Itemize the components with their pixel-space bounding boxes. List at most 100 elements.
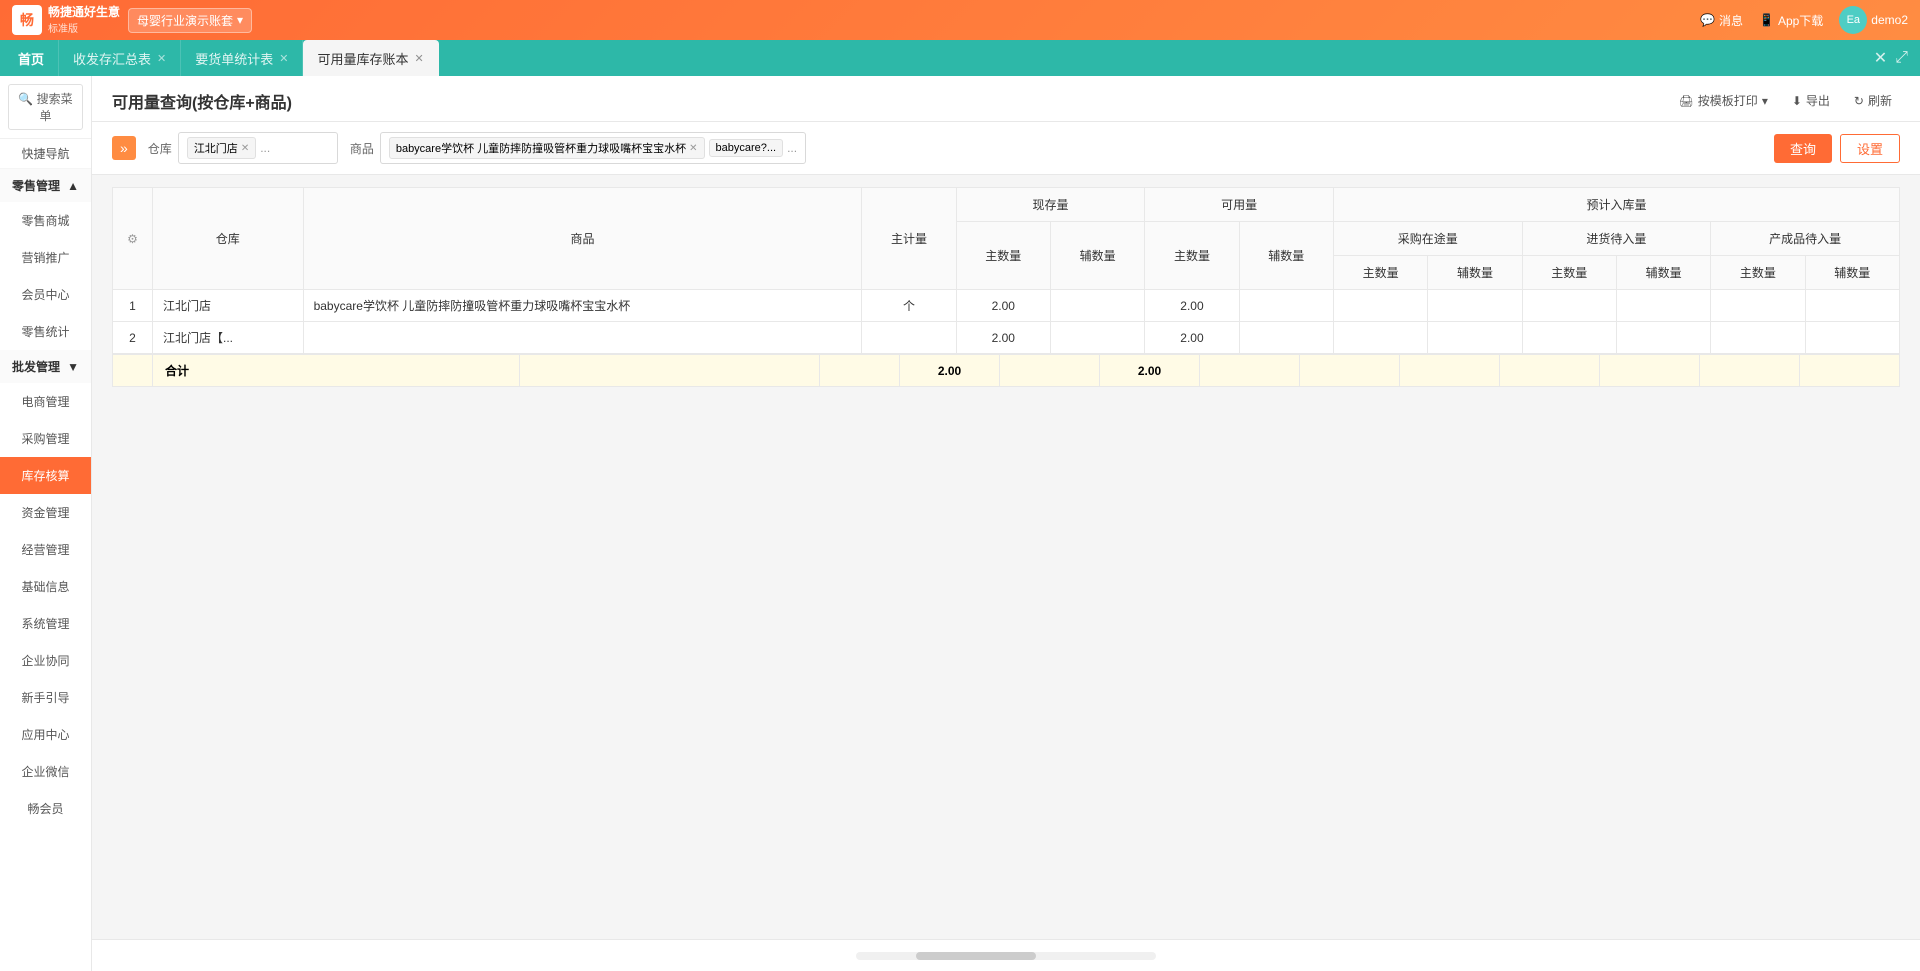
- cell-inbound-main: [1522, 290, 1616, 322]
- warehouse-filter-label: 仓库: [148, 140, 172, 157]
- chevron-down-icon: ▾: [1762, 94, 1768, 108]
- sidebar-item-basic-info[interactable]: 基础信息: [0, 568, 91, 605]
- tab-order-stats[interactable]: 要货单统计表 ✕: [181, 40, 303, 76]
- col-settings: ⚙: [113, 188, 153, 290]
- sidebar-item-finance-mgmt[interactable]: 资金管理: [0, 494, 91, 531]
- maximize-button[interactable]: ⤢: [1895, 49, 1908, 67]
- cell-warehouse: 江北门店: [153, 290, 304, 322]
- cell-stock-main: 2.00: [956, 290, 1050, 322]
- refresh-icon: ↻: [1854, 94, 1864, 108]
- close-tab-available-stock[interactable]: ✕: [415, 52, 424, 65]
- more-products[interactable]: ...: [787, 141, 797, 155]
- data-table: ⚙ 仓库 商品 主计量 现存量: [112, 187, 1900, 354]
- sidebar-item-operations-mgmt[interactable]: 经营管理: [0, 531, 91, 568]
- message-button[interactable]: 💬 消息: [1700, 12, 1743, 29]
- col-production-aux-header: 辅数量: [1805, 256, 1899, 290]
- col-unit-header: 主计量: [862, 188, 956, 290]
- avatar: Ea: [1839, 6, 1867, 34]
- content-area: 可用量查询(按仓库+商品) 🖨 按模板打印 ▾ ⬇ 导出 ↻ 刷新 »: [92, 76, 1920, 971]
- page-actions: 🖨 按模板打印 ▾ ⬇ 导出 ↻ 刷新: [1671, 88, 1900, 113]
- col-purchase-header: 采购在途量: [1333, 222, 1522, 256]
- settings-button[interactable]: 设置: [1840, 134, 1900, 163]
- app-download-button[interactable]: 📱 App下载: [1759, 12, 1823, 29]
- sidebar-item-system-mgmt[interactable]: 系统管理: [0, 605, 91, 642]
- tab-home[interactable]: 首页: [4, 40, 59, 76]
- sidebar-item-retail-mall[interactable]: 零售商城: [0, 202, 91, 239]
- sidebar-item-retail-stats[interactable]: 零售统计: [0, 313, 91, 350]
- gear-icon[interactable]: ⚙: [127, 232, 138, 246]
- bottom-bar: [92, 939, 1920, 971]
- sidebar-item-app-center[interactable]: 应用中心: [0, 716, 91, 753]
- sidebar-item-enterprise-wechat[interactable]: 企业微信: [0, 753, 91, 790]
- cell-inbound-aux: [1616, 322, 1710, 354]
- print-icon: 🖨: [1679, 94, 1694, 108]
- top-header: 畅 畅捷通好生意 标准版 母婴行业演示账套 ▾ 💬 消息 📱 App下载 Ea …: [0, 0, 1920, 40]
- col-stock-main-header: 主数量: [956, 222, 1050, 290]
- tab-available-stock[interactable]: 可用量库存账本 ✕: [303, 40, 438, 76]
- cell-purchase-aux: [1428, 322, 1522, 354]
- warehouse-input[interactable]: 江北门店 ✕ ...: [178, 132, 338, 164]
- sidebar-item-inventory-mgmt[interactable]: 库存核算: [0, 457, 91, 494]
- cell-inbound-aux: [1616, 290, 1710, 322]
- col-inbound-aux-header: 辅数量: [1616, 256, 1710, 290]
- sidebar-item-marketing[interactable]: 营销推广: [0, 239, 91, 276]
- col-warehouse-header: 仓库: [153, 188, 304, 290]
- filter-toggle-button[interactable]: »: [112, 136, 136, 160]
- product-input[interactable]: babycare学饮杯 儿童防摔防撞吸管杯重力球吸嘴杯宝宝水杯 ✕ babyca…: [380, 132, 806, 164]
- page-title: 可用量查询(按仓库+商品): [112, 89, 292, 113]
- total-row-table: 合计 2.00 2.00: [112, 354, 1900, 387]
- cell-inbound-main: [1522, 322, 1616, 354]
- remove-warehouse-tag[interactable]: ✕: [241, 143, 249, 154]
- cell-unit: [862, 322, 956, 354]
- remove-product-tag-1[interactable]: ✕: [689, 143, 697, 154]
- export-button[interactable]: ⬇ 导出: [1784, 88, 1838, 113]
- more-warehouses[interactable]: ...: [260, 141, 270, 155]
- header-left: 畅 畅捷通好生意 标准版 母婴行业演示账套 ▾: [12, 5, 252, 35]
- user-menu[interactable]: Ea demo2: [1839, 6, 1908, 34]
- total-available-aux: [1200, 355, 1300, 387]
- sidebar-item-quick-nav[interactable]: 快捷导航: [0, 139, 91, 169]
- close-tab-receivable[interactable]: ✕: [157, 52, 166, 65]
- table-row: 2 江北门店【... 2.00 2.00: [113, 322, 1900, 354]
- sidebar-item-wholesale-mgmt[interactable]: 批发管理 ▼: [0, 350, 91, 383]
- search-menu-button[interactable]: 🔍 搜索菜单: [8, 84, 83, 130]
- close-all-tabs-button[interactable]: ✕: [1874, 48, 1887, 68]
- sidebar-item-enterprise-collab[interactable]: 企业协同: [0, 642, 91, 679]
- total-production-main: [1700, 355, 1800, 387]
- scrollbar-thumb[interactable]: [916, 952, 1036, 960]
- refresh-button[interactable]: ↻ 刷新: [1846, 88, 1900, 113]
- sidebar-item-purchase-mgmt[interactable]: 采购管理: [0, 420, 91, 457]
- cell-production-aux: [1805, 322, 1899, 354]
- cell-purchase-main: [1333, 290, 1427, 322]
- col-stock-header: 现存量: [956, 188, 1145, 222]
- search-icon: 🔍: [18, 92, 33, 106]
- cell-product: [303, 322, 862, 354]
- cell-production-aux: [1805, 290, 1899, 322]
- col-product-header: 商品: [303, 188, 862, 290]
- sidebar-item-member-plus[interactable]: 畅会员: [0, 790, 91, 827]
- sidebar-item-ecommerce-mgmt[interactable]: 电商管理: [0, 383, 91, 420]
- tab-receivable[interactable]: 收发存汇总表 ✕: [59, 40, 181, 76]
- col-purchase-aux-header: 辅数量: [1428, 256, 1522, 290]
- cell-available-aux: [1239, 322, 1333, 354]
- close-tab-order-stats[interactable]: ✕: [279, 52, 288, 65]
- table-row: 1 江北门店 babycare学饮杯 儿童防摔防撞吸管杯重力球吸嘴杯宝宝水杯 个…: [113, 290, 1900, 322]
- tenant-name: 母婴行业演示账套: [137, 12, 233, 29]
- chevron-down-icon: ▼: [67, 360, 79, 374]
- sidebar-item-new-guide[interactable]: 新手引导: [0, 679, 91, 716]
- col-available-header: 可用量: [1145, 188, 1334, 222]
- download-icon: 📱: [1759, 13, 1774, 27]
- query-button[interactable]: 查询: [1774, 134, 1832, 163]
- table-header-row-1: ⚙ 仓库 商品 主计量 现存量: [113, 188, 1900, 222]
- product-tag-2: babycare?...: [709, 139, 784, 157]
- col-production-header: 产成品待入量: [1711, 222, 1900, 256]
- sidebar-item-retail-mgmt[interactable]: 零售管理 ▲: [0, 169, 91, 202]
- col-inbound-header: 进货待入量: [1522, 222, 1711, 256]
- tenant-selector[interactable]: 母婴行业演示账套 ▾: [128, 8, 252, 33]
- col-purchase-main-header: 主数量: [1333, 256, 1427, 290]
- cell-production-main: [1711, 290, 1805, 322]
- print-button[interactable]: 🖨 按模板打印 ▾: [1671, 88, 1776, 113]
- table-area: ⚙ 仓库 商品 主计量 现存量: [92, 175, 1920, 939]
- horizontal-scrollbar[interactable]: [856, 952, 1156, 960]
- sidebar-item-member-center[interactable]: 会员中心: [0, 276, 91, 313]
